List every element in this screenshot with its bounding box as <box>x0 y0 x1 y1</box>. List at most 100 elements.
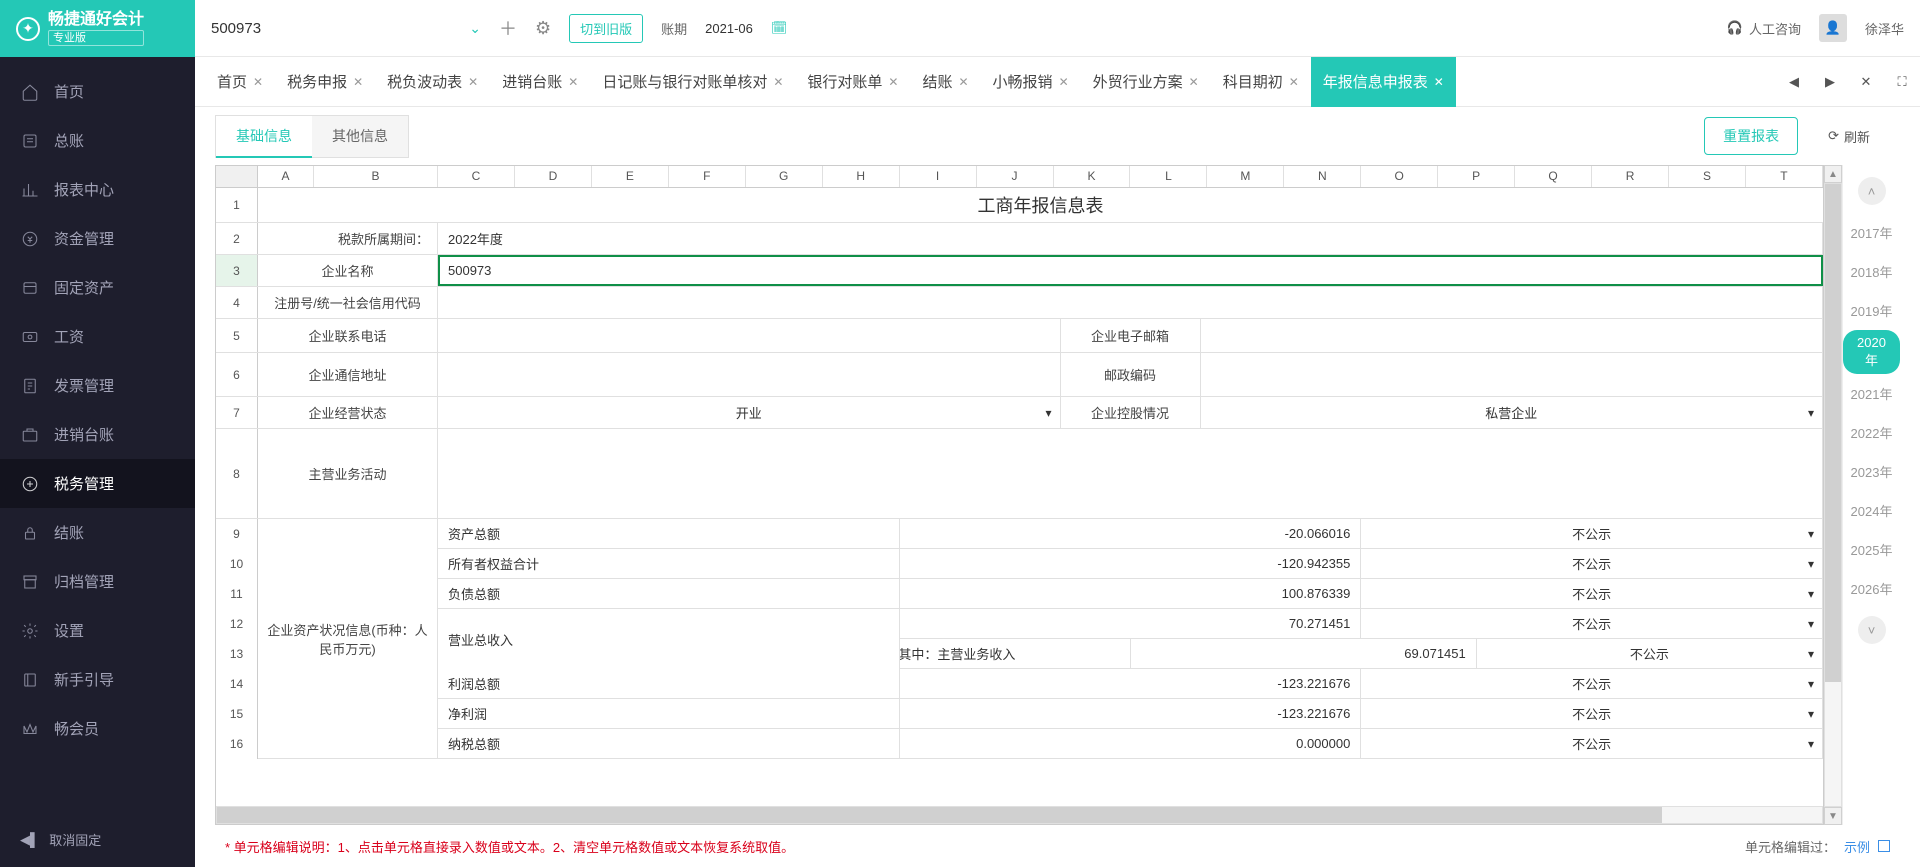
col-header[interactable]: H <box>823 166 900 187</box>
item-value[interactable]: 70.271451 <box>900 609 1362 638</box>
year-up-icon[interactable]: ˄ <box>1858 177 1886 205</box>
tab[interactable]: 小畅报销✕ <box>981 57 1081 107</box>
col-header[interactable]: Q <box>1515 166 1592 187</box>
year-item[interactable]: 2017年 <box>1843 213 1900 252</box>
row-header[interactable]: 16 <box>216 729 258 759</box>
col-header[interactable]: B <box>314 166 438 187</box>
year-item[interactable]: 2020年 <box>1843 330 1900 374</box>
nav-ledger[interactable]: 总账 <box>0 116 195 165</box>
status-select[interactable]: 开业 <box>438 397 1061 428</box>
row-header[interactable]: 14 <box>216 669 258 699</box>
nav-closing[interactable]: 结账 <box>0 508 195 557</box>
col-header[interactable]: M <box>1207 166 1284 187</box>
publish-select[interactable]: 不公示 <box>1477 639 1823 668</box>
row-header[interactable]: 8 <box>216 429 258 518</box>
publish-select[interactable]: 不公示 <box>1361 549 1823 578</box>
item-value[interactable]: -120.942355 <box>900 549 1362 578</box>
postal-cell[interactable] <box>1201 353 1824 396</box>
old-version-button[interactable]: 切到旧版 <box>569 14 643 43</box>
row-header[interactable]: 3 <box>216 255 258 286</box>
row-header[interactable]: 7 <box>216 397 258 428</box>
item-value[interactable]: 69.071451 <box>1131 639 1477 668</box>
row-header[interactable]: 4 <box>216 287 258 318</box>
close-icon[interactable]: ✕ <box>1189 75 1199 89</box>
fullscreen-icon[interactable]: ⛶ <box>1884 64 1920 100</box>
close-icon[interactable]: ✕ <box>353 75 363 89</box>
item-value[interactable]: 100.876339 <box>900 579 1362 608</box>
col-header[interactable]: P <box>1438 166 1515 187</box>
row-header[interactable]: 12 <box>216 609 258 639</box>
nav-guide[interactable]: 新手引导 <box>0 655 195 704</box>
year-item[interactable]: 2026年 <box>1843 569 1900 608</box>
close-icon[interactable]: ✕ <box>253 75 263 89</box>
email-cell[interactable] <box>1201 319 1824 352</box>
reset-button[interactable]: 重置报表 <box>1704 117 1798 155</box>
row-header[interactable]: 11 <box>216 579 258 609</box>
year-down-icon[interactable]: ˅ <box>1858 616 1886 644</box>
close-icon[interactable]: ✕ <box>568 75 578 89</box>
tab[interactable]: 银行对账单✕ <box>795 57 910 107</box>
address-cell[interactable] <box>438 353 1061 396</box>
publish-select[interactable]: 不公示 <box>1361 519 1823 548</box>
col-header[interactable]: E <box>592 166 669 187</box>
item-value[interactable]: 0.000000 <box>900 729 1362 758</box>
col-header[interactable]: T <box>1746 166 1823 187</box>
year-item[interactable]: 2022年 <box>1843 413 1900 452</box>
settings-gear-icon[interactable]: ⚙ <box>535 18 551 39</box>
nav-stock[interactable]: 进销台账 <box>0 410 195 459</box>
item-value[interactable]: -123.221676 <box>900 699 1362 728</box>
tabs-prev-icon[interactable]: ◀ <box>1776 64 1812 100</box>
year-item[interactable]: 2023年 <box>1843 452 1900 491</box>
scroll-up-icon[interactable]: ▲ <box>1824 165 1842 183</box>
col-header[interactable]: F <box>669 166 746 187</box>
subtab[interactable]: 基础信息 <box>216 116 312 158</box>
row-header[interactable]: 2 <box>216 223 258 254</box>
publish-select[interactable]: 不公示 <box>1361 729 1823 758</box>
holding-select[interactable]: 私营企业 <box>1201 397 1824 428</box>
avatar[interactable]: 👤 <box>1819 14 1847 42</box>
tab[interactable]: 首页✕ <box>205 57 275 107</box>
tab[interactable]: 科目期初✕ <box>1211 57 1311 107</box>
close-icon[interactable]: ✕ <box>1434 75 1444 89</box>
row-header[interactable]: 1 <box>216 188 258 222</box>
company-name-cell[interactable]: 500973 <box>438 255 1823 286</box>
subtab[interactable]: 其他信息 <box>312 116 408 157</box>
year-item[interactable]: 2021年 <box>1843 374 1900 413</box>
year-item[interactable]: 2024年 <box>1843 491 1900 530</box>
tab[interactable]: 外贸行业方案✕ <box>1081 57 1211 107</box>
tabs-next-icon[interactable]: ▶ <box>1812 64 1848 100</box>
row-header[interactable]: 5 <box>216 319 258 352</box>
horizontal-scrollbar[interactable] <box>216 806 1823 824</box>
nav-archive[interactable]: 归档管理 <box>0 557 195 606</box>
col-header[interactable]: K <box>1054 166 1131 187</box>
col-header[interactable]: C <box>438 166 515 187</box>
add-icon[interactable]: ＋ <box>499 15 517 41</box>
row-header[interactable]: 13 <box>216 639 258 669</box>
select-all-corner[interactable] <box>216 166 258 187</box>
unpin-button[interactable]: ◀▌ 取消固定 <box>0 812 195 867</box>
publish-select[interactable]: 不公示 <box>1361 579 1823 608</box>
nav-invoice[interactable]: 发票管理 <box>0 361 195 410</box>
close-icon[interactable]: ✕ <box>958 75 968 89</box>
tab[interactable]: 税负波动表✕ <box>375 57 490 107</box>
tab[interactable]: 结账✕ <box>910 57 980 107</box>
col-header[interactable]: J <box>977 166 1054 187</box>
year-item[interactable]: 2019年 <box>1843 291 1900 330</box>
tab[interactable]: 日记账与银行对账单核对✕ <box>590 57 795 107</box>
close-icon[interactable]: ✕ <box>773 75 783 89</box>
nav-vip[interactable]: 畅会员 <box>0 704 195 753</box>
calendar-icon[interactable]: 🗓 <box>771 20 788 36</box>
col-header[interactable]: O <box>1361 166 1438 187</box>
example-link[interactable]: 示例 <box>1844 837 1870 856</box>
nav-home[interactable]: 首页 <box>0 67 195 116</box>
col-header[interactable]: L <box>1130 166 1207 187</box>
close-icon[interactable]: ✕ <box>1059 75 1069 89</box>
close-icon[interactable]: ✕ <box>468 75 478 89</box>
year-item[interactable]: 2018年 <box>1843 252 1900 291</box>
year-item[interactable]: 2025年 <box>1843 530 1900 569</box>
col-header[interactable]: R <box>1592 166 1669 187</box>
col-header[interactable]: D <box>515 166 592 187</box>
row-header[interactable]: 9 <box>216 519 258 549</box>
col-header[interactable]: G <box>746 166 823 187</box>
nav-reports[interactable]: 报表中心 <box>0 165 195 214</box>
